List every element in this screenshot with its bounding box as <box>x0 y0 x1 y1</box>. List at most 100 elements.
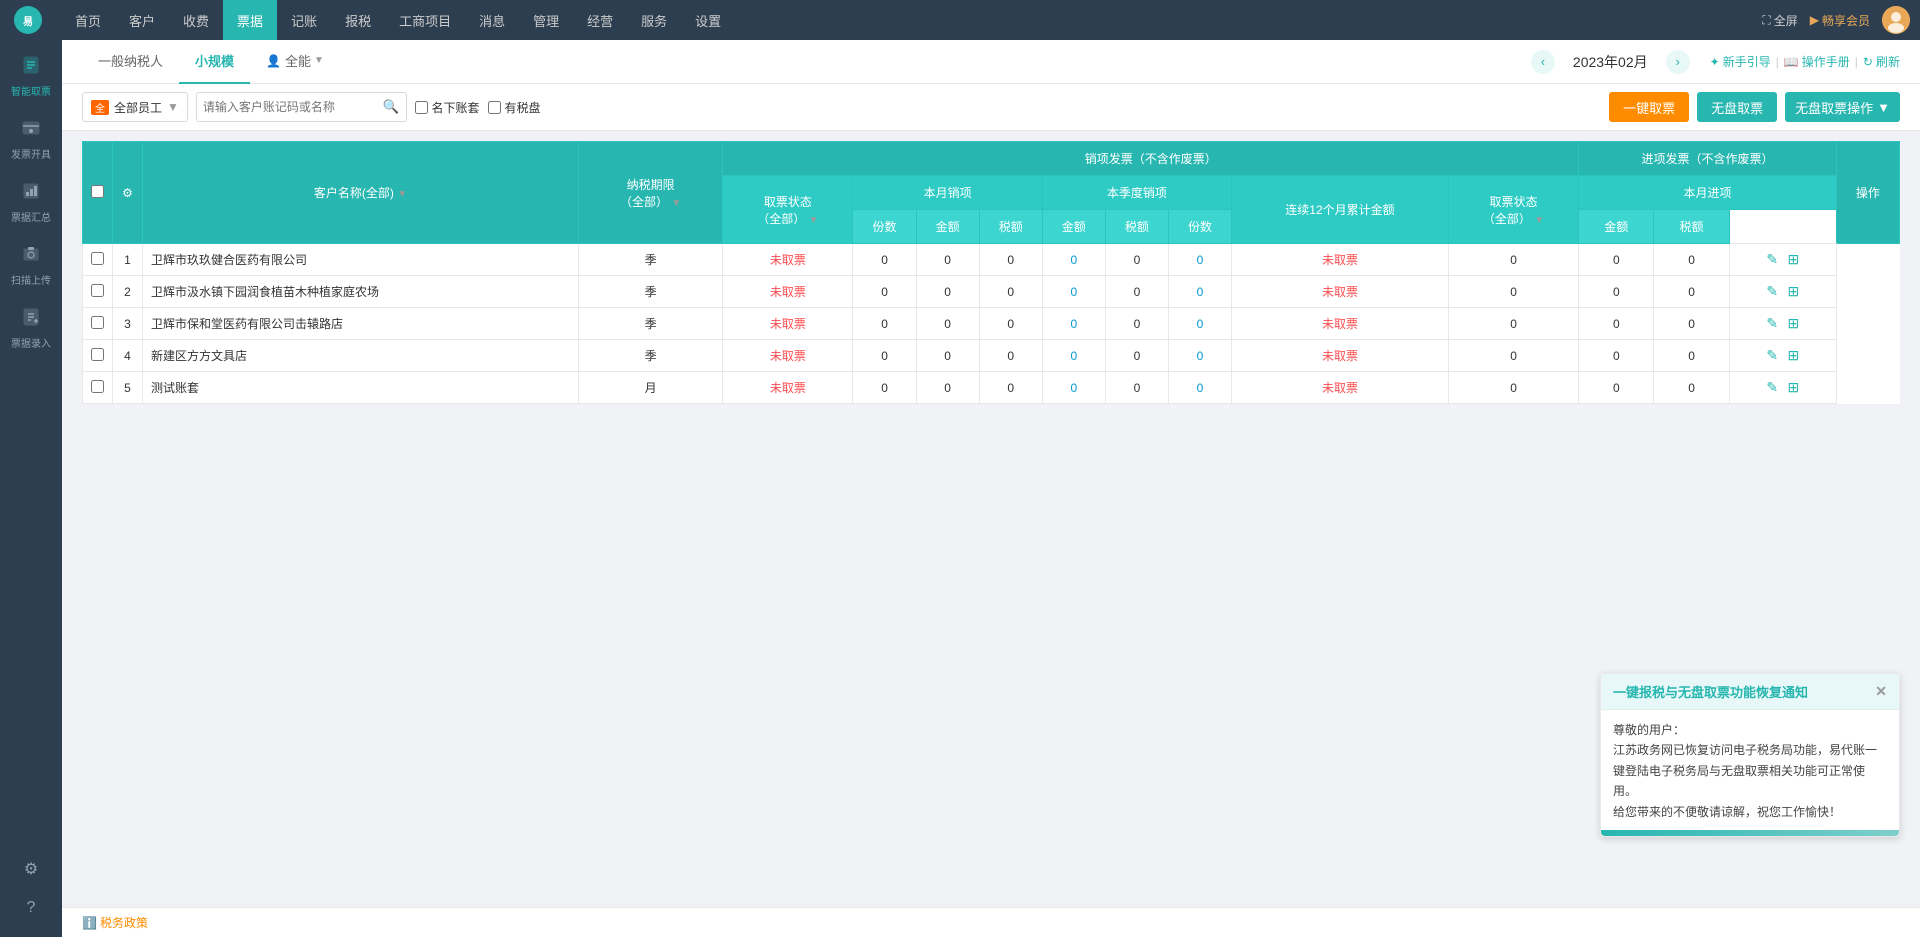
row-num-cell: 3 <box>113 308 143 340</box>
purchase-status-filter-icon[interactable]: ▼ <box>1534 215 1544 226</box>
tab-all-capable[interactable]: 👤 全能 ▼ <box>250 40 340 84</box>
notification-title: 一键报税与无盘取票功能恢复通知 <box>1613 682 1808 701</box>
sidebar-item-scan-upload[interactable]: 扫描上传 <box>0 234 62 297</box>
nav-home[interactable]: 首页 <box>61 0 115 40</box>
refresh-button[interactable]: ↻ 刷新 <box>1863 53 1900 70</box>
notification-apology: 给您带来的不便敬请谅解，祝您工作愉快！ <box>1613 802 1887 822</box>
row-checkbox-cell[interactable] <box>83 340 113 372</box>
my-account-checkbox-label[interactable]: 名下账套 <box>415 99 480 116</box>
th-monthly-purchase-copies: 份数 <box>1168 210 1231 244</box>
no-disk-ops-button[interactable]: 无盘取票操作 ▼ <box>1785 92 1900 122</box>
row-sales-status: 未取票 <box>723 372 853 404</box>
no-disk-fetch-button[interactable]: 无盘取票 <box>1697 92 1777 122</box>
row-purchase-tax: 0 <box>1654 244 1729 276</box>
select-all-checkbox[interactable] <box>91 185 104 198</box>
sidebar-item-invoice-entry[interactable]: 票据录入 <box>0 297 62 360</box>
nav-billing[interactable]: 收费 <box>169 0 223 40</box>
tab-all-capable-label: 全能 <box>285 51 311 70</box>
row-checkbox-cell[interactable] <box>83 276 113 308</box>
detail-icon[interactable]: ⊞ <box>1787 379 1799 395</box>
manual-button[interactable]: 📖 操作手册 <box>1784 53 1850 70</box>
sidebar-label-scan-upload: 扫描上传 <box>11 272 51 287</box>
sidebar-item-help[interactable]: ? <box>19 889 43 927</box>
detail-icon[interactable]: ⊞ <box>1787 315 1799 331</box>
nav-operation[interactable]: 经营 <box>573 0 627 40</box>
nav-invoice[interactable]: 票据 <box>223 0 277 40</box>
next-month-button[interactable]: › <box>1666 50 1690 74</box>
edit-icon[interactable]: ✎ <box>1766 315 1778 331</box>
detail-icon[interactable]: ⊞ <box>1787 251 1799 267</box>
row-purchase-status: 未取票 <box>1232 372 1449 404</box>
row-monthly-copies: 0 <box>853 308 916 340</box>
row-checkbox[interactable] <box>91 252 104 265</box>
row-checkbox[interactable] <box>91 380 104 393</box>
row-purchase-amount: 0 <box>1579 340 1654 372</box>
notification-close-button[interactable]: ✕ <box>1875 683 1887 700</box>
member-button[interactable]: ▶ 畅享会员 <box>1810 12 1870 29</box>
edit-icon[interactable]: ✎ <box>1766 251 1778 267</box>
tab-small-scale[interactable]: 小规模 <box>179 40 250 84</box>
prev-month-button[interactable]: ‹ <box>1531 50 1555 74</box>
row-checkbox[interactable] <box>91 348 104 361</box>
row-monthly-tax: 0 <box>979 308 1042 340</box>
edit-icon[interactable]: ✎ <box>1766 283 1778 299</box>
no-disk-ops-label: 无盘取票操作 <box>1795 98 1873 117</box>
edit-icon[interactable]: ✎ <box>1766 347 1778 363</box>
row-quarterly-tax: 0 <box>1105 340 1168 372</box>
sidebar-item-settings[interactable]: ⚙ <box>19 849 43 889</box>
nav-bookkeeping[interactable]: 记账 <box>277 0 331 40</box>
th-monthly-sales-tax: 税额 <box>979 210 1042 244</box>
fullscreen-button[interactable]: ⛶ 全屏 <box>1762 12 1797 29</box>
search-button[interactable]: 🔍 <box>383 99 400 115</box>
detail-icon[interactable]: ⊞ <box>1787 283 1799 299</box>
detail-icon[interactable]: ⊞ <box>1787 347 1799 363</box>
nav-settings[interactable]: 设置 <box>681 0 735 40</box>
search-input[interactable] <box>203 100 383 114</box>
row-quarterly-amount: 0 <box>1042 308 1105 340</box>
th-monthly-sales-copies: 份数 <box>853 210 916 244</box>
row-cumulative-amount: 0 <box>1168 276 1231 308</box>
new-guide-button[interactable]: ✦ 新手引导 <box>1710 53 1771 70</box>
tax-disk-checkbox-label[interactable]: 有税盘 <box>488 99 541 116</box>
sidebar-item-invoice-summary[interactable]: 票据汇总 <box>0 171 62 234</box>
book-icon: 📖 <box>1784 55 1799 69</box>
client-filter-icon[interactable]: ▼ <box>397 189 407 200</box>
row-tax-period: 季 <box>579 276 723 308</box>
row-sales-status: 未取票 <box>723 244 853 276</box>
nav-business[interactable]: 工商项目 <box>385 0 465 40</box>
th-cumulative: 连续12个月累计金额 <box>1232 176 1449 244</box>
row-checkbox[interactable] <box>91 316 104 329</box>
row-purchase-copies: 0 <box>1448 276 1578 308</box>
row-quarterly-amount: 0 <box>1042 244 1105 276</box>
tax-policy-link[interactable]: ℹ️ 税务政策 <box>82 914 148 931</box>
employee-select-dropdown[interactable]: 全 全部员工 ▼ <box>82 92 188 122</box>
edit-icon[interactable]: ✎ <box>1766 379 1778 395</box>
table-row: 4 新建区方方文具店 季 未取票 0 0 0 0 0 0 未取票 0 0 0 ✎… <box>83 340 1900 372</box>
th-quarterly-sales-amount: 金额 <box>1042 210 1105 244</box>
row-checkbox-cell[interactable] <box>83 244 113 276</box>
row-purchase-copies: 0 <box>1448 308 1578 340</box>
row-checkbox-cell[interactable] <box>83 308 113 340</box>
my-account-checkbox[interactable] <box>415 101 428 114</box>
user-avatar[interactable] <box>1882 6 1910 34</box>
notification-popup: 一键报税与无盘取票功能恢复通知 ✕ 尊敬的用户： 江苏政务网已恢复访问电子税务局… <box>1600 673 1900 837</box>
row-checkbox-cell[interactable] <box>83 372 113 404</box>
sidebar-item-invoice-open[interactable]: 发票开具 <box>0 108 62 171</box>
sales-status-filter-icon[interactable]: ▼ <box>809 215 819 226</box>
row-quarterly-amount: 0 <box>1042 372 1105 404</box>
row-client-name: 卫辉市保和堂医药有限公司击辕路店 <box>143 308 579 340</box>
table-container: ⚙ 客户名称(全部) ▼ 纳税期限 （全部） ▼ 销项发票（不含作废票） 进项发… <box>62 131 1920 414</box>
row-checkbox[interactable] <box>91 284 104 297</box>
nav-manage[interactable]: 管理 <box>519 0 573 40</box>
nav-service[interactable]: 服务 <box>627 0 681 40</box>
sidebar-item-intelligent-fetch[interactable]: 智能取票 <box>0 45 62 108</box>
row-actions: ✎ ⊞ <box>1729 308 1836 340</box>
tax-disk-checkbox[interactable] <box>488 101 501 114</box>
invoice-entry-icon <box>21 307 41 332</box>
tab-general-taxpayer[interactable]: 一般纳税人 <box>82 40 179 84</box>
nav-message[interactable]: 消息 <box>465 0 519 40</box>
tax-period-filter-icon[interactable]: ▼ <box>671 198 681 209</box>
nav-customer[interactable]: 客户 <box>115 0 169 40</box>
one-key-fetch-button[interactable]: 一键取票 <box>1609 92 1689 122</box>
nav-tax[interactable]: 报税 <box>331 0 385 40</box>
